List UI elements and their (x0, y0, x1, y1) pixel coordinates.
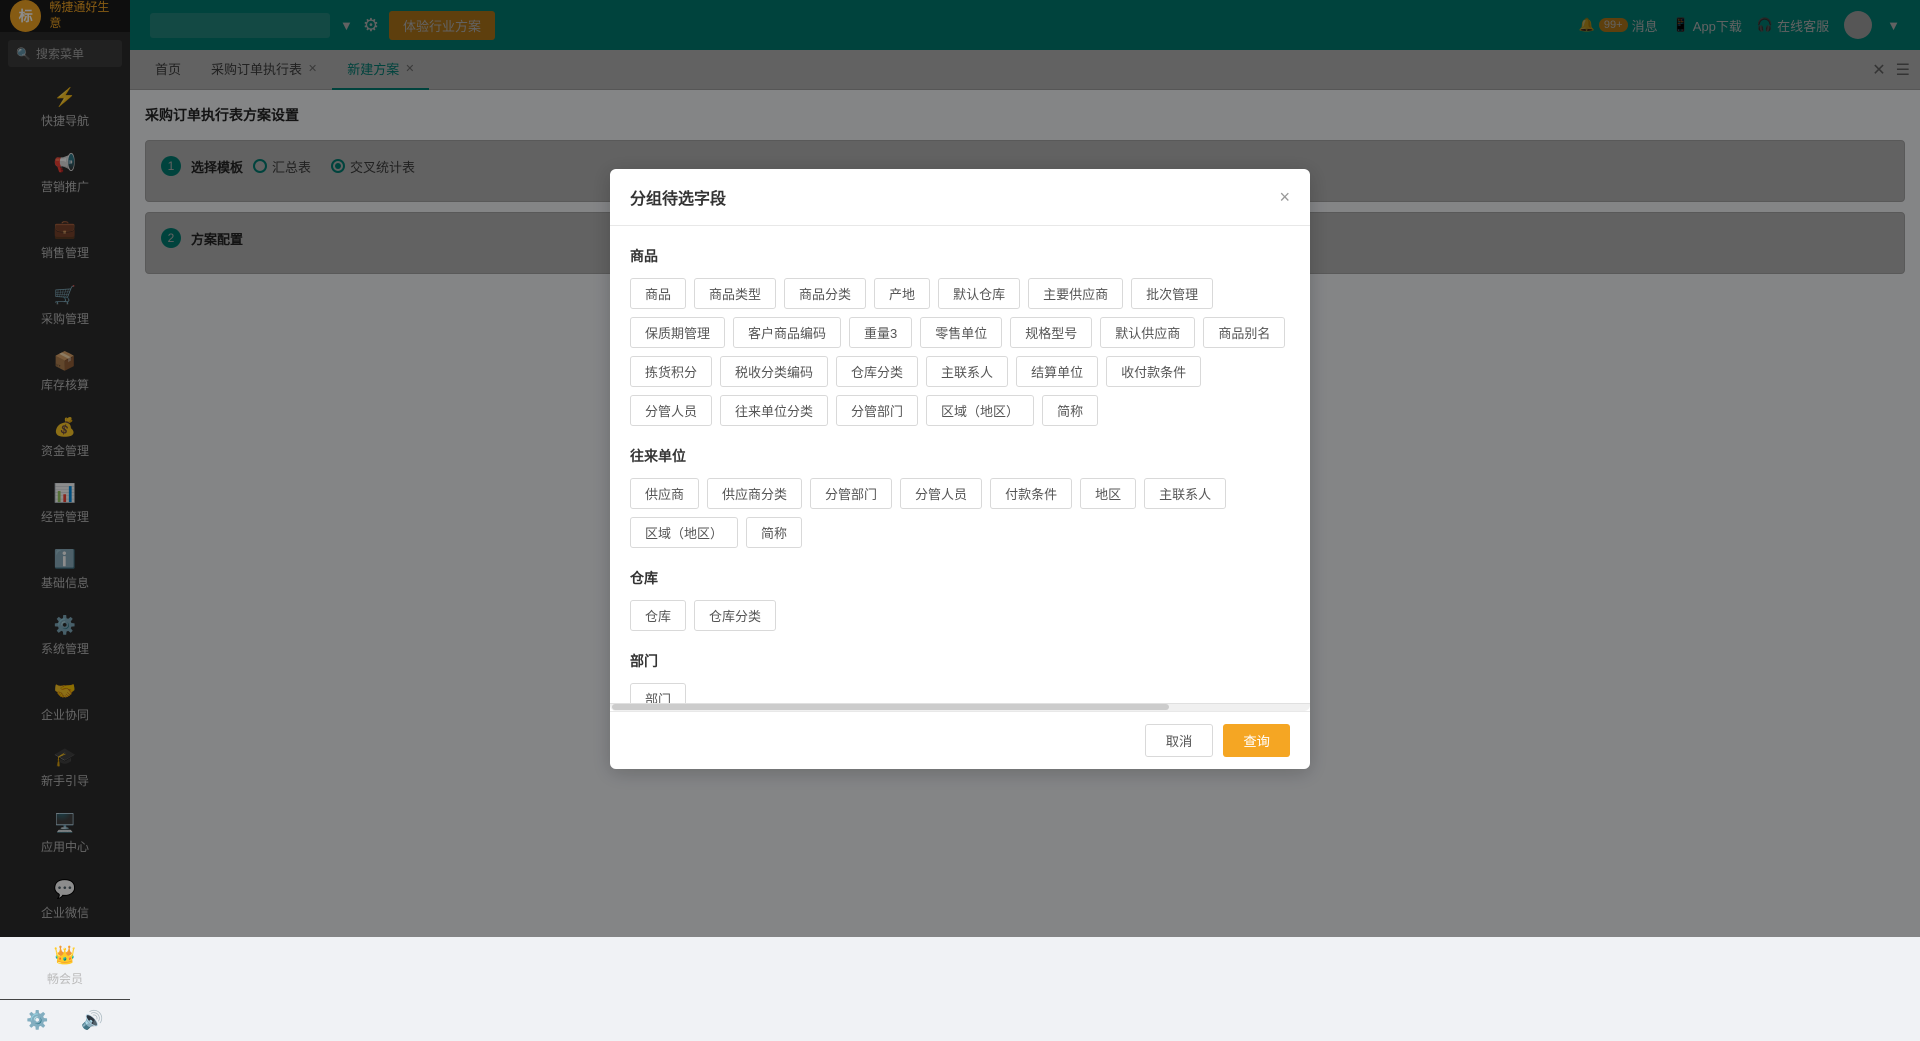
cancel-button[interactable]: 取消 (1145, 724, 1214, 757)
sidebar-bottom: ⚙️ 🔊 (0, 999, 130, 1041)
field-tag-0-5[interactable]: 主要供应商 (1028, 278, 1123, 309)
field-tag-0-18[interactable]: 结算单位 (1016, 356, 1098, 387)
field-tag-1-5[interactable]: 地区 (1080, 478, 1136, 509)
field-tag-0-10[interactable]: 零售单位 (920, 317, 1002, 348)
field-group-3: 部门部门 (630, 651, 1290, 704)
field-tag-0-13[interactable]: 商品别名 (1203, 317, 1285, 348)
field-tag-1-6[interactable]: 主联系人 (1144, 478, 1226, 509)
field-tag-0-14[interactable]: 拣货积分 (630, 356, 712, 387)
field-tag-1-7[interactable]: 区域（地区） (630, 517, 738, 548)
modal-footer: 取消 查询 (610, 711, 1310, 769)
volume-icon[interactable]: 🔊 (81, 1010, 103, 1031)
field-tag-0-6[interactable]: 批次管理 (1131, 278, 1213, 309)
field-tag-0-1[interactable]: 商品类型 (694, 278, 776, 309)
field-tag-0-22[interactable]: 分管部门 (836, 395, 918, 426)
field-tag-2-0[interactable]: 仓库 (630, 600, 686, 631)
settings-icon[interactable]: ⚙️ (26, 1010, 48, 1031)
field-tags-3: 部门 (630, 683, 1290, 704)
sidebar-label-13: 畅会员 (47, 970, 83, 987)
field-tags-2: 仓库仓库分类 (630, 600, 1290, 631)
field-tag-0-21[interactable]: 往来单位分类 (720, 395, 828, 426)
confirm-button[interactable]: 查询 (1223, 724, 1290, 757)
modal-body: 商品商品商品类型商品分类产地默认仓库主要供应商批次管理保质期管理客户商品编码重量… (610, 226, 1310, 704)
field-tag-0-15[interactable]: 税收分类编码 (720, 356, 828, 387)
sidebar-icon-13: 👑 (54, 945, 76, 966)
field-tag-0-9[interactable]: 重量3 (849, 317, 912, 348)
field-tag-0-16[interactable]: 仓库分类 (836, 356, 918, 387)
field-tag-3-0[interactable]: 部门 (630, 683, 686, 704)
field-tag-1-2[interactable]: 分管部门 (810, 478, 892, 509)
sidebar-item-13[interactable]: 👑 畅会员 (0, 933, 130, 999)
field-tag-0-23[interactable]: 区域（地区） (926, 395, 1034, 426)
field-tag-0-0[interactable]: 商品 (630, 278, 686, 309)
modal-overlay: 分组待选字段 × 商品商品商品类型商品分类产地默认仓库主要供应商批次管理保质期管… (0, 0, 1920, 937)
field-tag-0-2[interactable]: 商品分类 (784, 278, 866, 309)
field-tag-0-8[interactable]: 客户商品编码 (733, 317, 841, 348)
field-group-1: 往来单位供应商供应商分类分管部门分管人员付款条件地区主联系人区域（地区） 简称 (630, 446, 1290, 548)
field-tag-0-4[interactable]: 默认仓库 (938, 278, 1020, 309)
field-tag-0-11[interactable]: 规格型号 (1010, 317, 1092, 348)
modal-close-button[interactable]: × (1279, 188, 1290, 206)
field-tag-1-4[interactable]: 付款条件 (990, 478, 1072, 509)
field-tag-2-1[interactable]: 仓库分类 (694, 600, 776, 631)
field-group-title-3: 部门 (630, 651, 1290, 671)
field-selection-modal: 分组待选字段 × 商品商品商品类型商品分类产地默认仓库主要供应商批次管理保质期管… (610, 169, 1310, 769)
field-tag-0-17[interactable]: 主联系人 (926, 356, 1008, 387)
field-tag-1-8[interactable]: 简称 (746, 517, 802, 548)
field-tag-0-7[interactable]: 保质期管理 (630, 317, 725, 348)
field-tag-1-3[interactable]: 分管人员 (900, 478, 982, 509)
field-tag-0-19[interactable]: 收付款条件 (1106, 356, 1201, 387)
field-group-title-1: 往来单位 (630, 446, 1290, 466)
modal-horizontal-scrollbar[interactable] (610, 703, 1310, 710)
field-group-0: 商品商品商品类型商品分类产地默认仓库主要供应商批次管理保质期管理客户商品编码重量… (630, 246, 1290, 426)
field-group-title-2: 仓库 (630, 568, 1290, 588)
modal-title: 分组待选字段 (630, 185, 726, 209)
field-tag-1-0[interactable]: 供应商 (630, 478, 699, 509)
field-tag-0-20[interactable]: 分管人员 (630, 395, 712, 426)
field-tags-0: 商品商品类型商品分类产地默认仓库主要供应商批次管理保质期管理客户商品编码重量3 零… (630, 278, 1290, 426)
modal-header: 分组待选字段 × (610, 169, 1310, 226)
field-tags-1: 供应商供应商分类分管部门分管人员付款条件地区主联系人区域（地区） 简称 (630, 478, 1290, 548)
field-tag-0-12[interactable]: 默认供应商 (1100, 317, 1195, 348)
field-tag-1-1[interactable]: 供应商分类 (707, 478, 802, 509)
field-group-2: 仓库仓库仓库分类 (630, 568, 1290, 631)
field-tag-0-24[interactable]: 简称 (1042, 395, 1098, 426)
field-tag-0-3[interactable]: 产地 (874, 278, 930, 309)
field-group-title-0: 商品 (630, 246, 1290, 266)
